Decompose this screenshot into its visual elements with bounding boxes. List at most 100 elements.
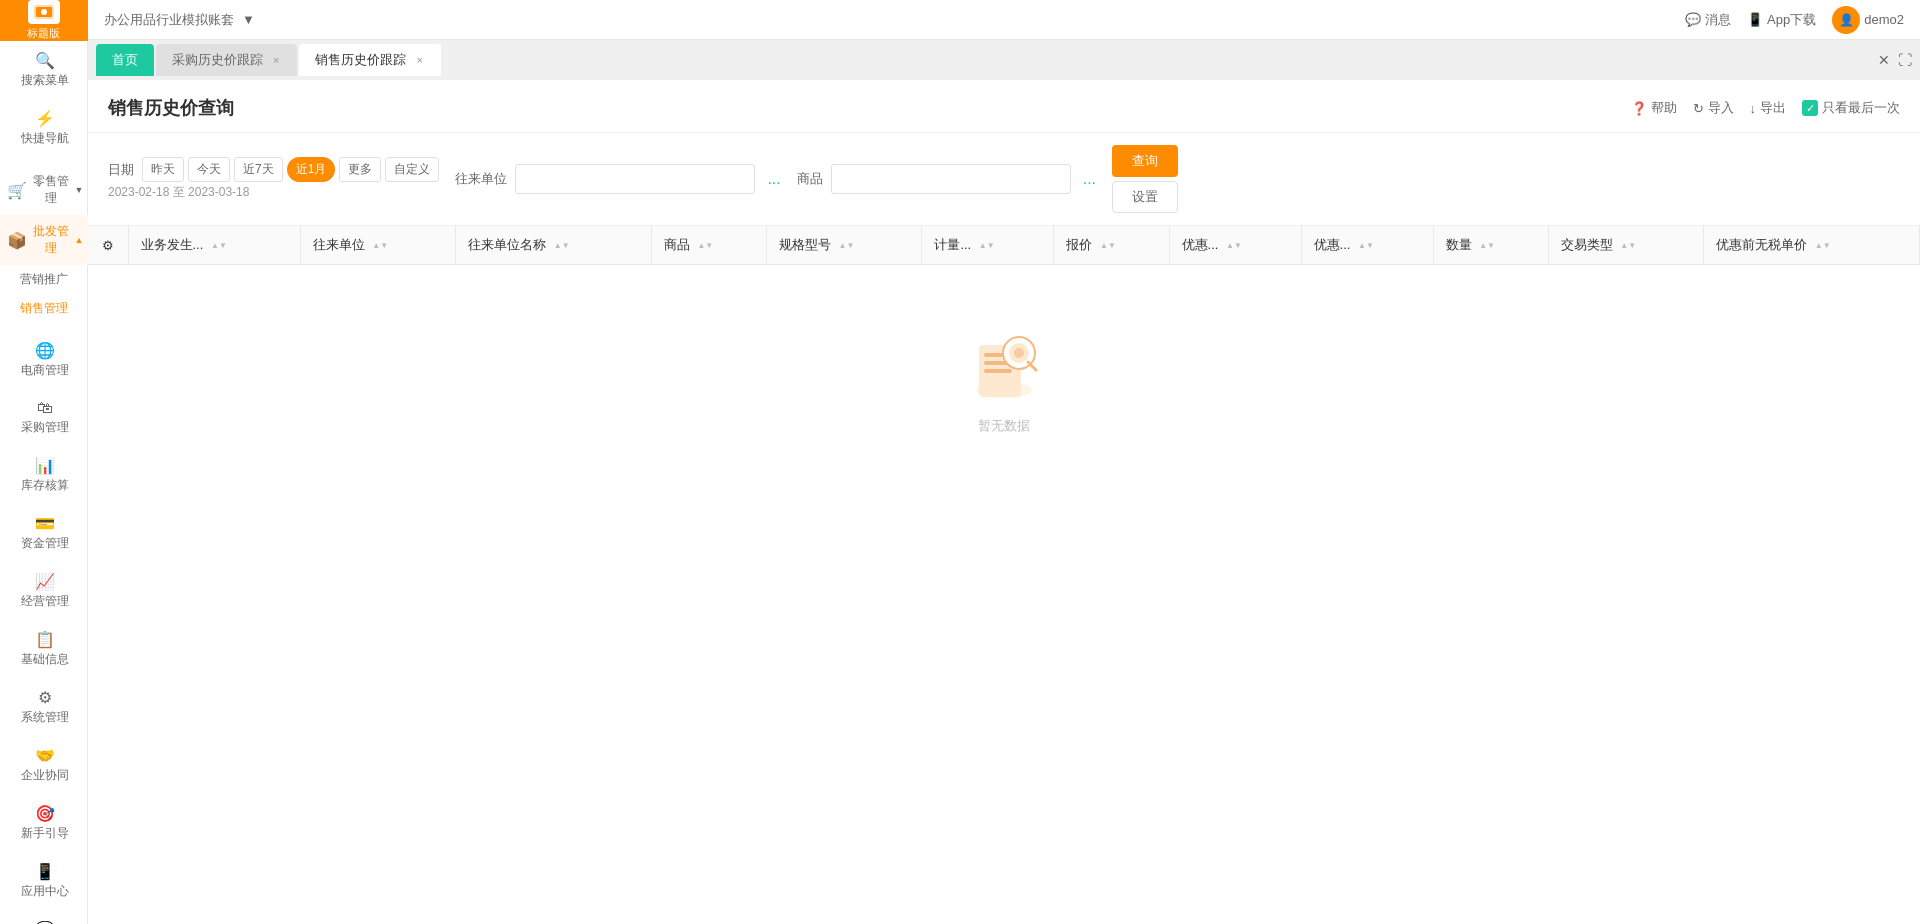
app-download-label: App下载 <box>1767 11 1816 29</box>
sidebar-item-marketing[interactable]: 营销推广 <box>0 265 88 294</box>
tab-expand-icon[interactable]: ⛶ <box>1898 52 1912 68</box>
message-icon: 💬 <box>1685 12 1701 27</box>
sidebar-item-label: 采购管理 <box>21 419 69 436</box>
help-label: 帮助 <box>1651 99 1677 117</box>
product-input[interactable] <box>831 164 1071 194</box>
table-column-transaction-type[interactable]: 交易类型 ▲▼ <box>1548 226 1703 265</box>
table-column-spec[interactable]: 规格型号 ▲▼ <box>766 226 921 265</box>
user-menu[interactable]: 👤 demo2 <box>1832 6 1904 34</box>
workspace-title[interactable]: 办公用品行业模拟账套 <box>104 11 234 29</box>
query-button[interactable]: 查询 <box>1112 145 1178 177</box>
action-buttons: 查询 设置 <box>1112 145 1178 213</box>
table-column-pretax-price[interactable]: 优惠前无税单价 ▲▼ <box>1704 226 1920 265</box>
import-button[interactable]: ↻ 导入 <box>1693 99 1734 117</box>
sidebar-item-wholesale[interactable]: 📦 批发管理 ▲ <box>0 215 88 265</box>
help-button[interactable]: ❓ 帮助 <box>1631 99 1677 117</box>
page-header-actions: ❓ 帮助 ↻ 导入 ↓ 导出 ✓ 只看最后一次 <box>1631 99 1901 117</box>
retail-icon: 🛒 <box>7 181 27 200</box>
svg-point-2 <box>41 9 47 15</box>
message-label: 消息 <box>1705 11 1731 29</box>
sidebar-item-purchase[interactable]: 🛍 采购管理 <box>0 389 88 446</box>
import-icon: ↻ <box>1693 101 1704 116</box>
table-column-business-date[interactable]: 业务发生... ▲▼ <box>128 226 300 265</box>
partner-input[interactable] <box>515 164 755 194</box>
sidebar-item-label: 基础信息 <box>21 651 69 668</box>
tab-sales-label: 销售历史价跟踪 <box>315 51 406 69</box>
sidebar-item-app-center[interactable]: 📱 应用中心 <box>0 852 88 910</box>
sidebar-item-ecommerce[interactable]: 🌐 电商管理 <box>0 331 88 389</box>
table-header: ⚙ 业务发生... ▲▼ 往来单位 ▲▼ 往来单位名称 ▲▼ <box>88 226 1920 265</box>
download-icon: 📱 <box>1747 12 1763 27</box>
date-btn-7days[interactable]: 近7天 <box>234 157 283 182</box>
sidebar-item-label: 销售管理 <box>20 301 68 315</box>
header-right: 💬 消息 📱 App下载 👤 demo2 <box>1685 6 1904 34</box>
app-logo[interactable]: 标题版 <box>0 0 88 41</box>
date-btn-more[interactable]: 更多 <box>339 157 381 182</box>
empty-icon <box>964 325 1044 405</box>
table-column-partner-code[interactable]: 往来单位 ▲▼ <box>300 226 455 265</box>
export-label: 导出 <box>1760 99 1786 117</box>
tab-close-purchase[interactable]: × <box>271 52 281 68</box>
table-column-quantity[interactable]: 数量 ▲▼ <box>1433 226 1548 265</box>
svg-point-11 <box>1014 348 1024 358</box>
view-last-checkbox[interactable]: ✓ 只看最后一次 <box>1802 99 1900 117</box>
header-left: 办公用品行业模拟账套 ▼ <box>104 11 255 29</box>
partner-search-icon[interactable]: ... <box>767 170 780 188</box>
sidebar-item-operations[interactable]: 📈 经营管理 <box>0 562 88 620</box>
table-column-partner-name[interactable]: 往来单位名称 ▲▼ <box>456 226 652 265</box>
table-column-price[interactable]: 报价 ▲▼ <box>1054 226 1169 265</box>
logo-icon <box>28 0 60 24</box>
tab-home[interactable]: 首页 <box>96 44 154 76</box>
sort-icon: ▲▼ <box>839 241 855 250</box>
finance-icon: 💳 <box>35 514 55 533</box>
sort-icon: ▲▼ <box>1815 241 1831 250</box>
gear-icon[interactable]: ⚙ <box>102 238 114 253</box>
sidebar-item-label: 零售管理 <box>29 173 73 207</box>
view-last-label: 只看最后一次 <box>1822 99 1900 117</box>
user-avatar: 👤 <box>1832 6 1860 34</box>
export-button[interactable]: ↓ 导出 <box>1750 99 1787 117</box>
table-column-discount2[interactable]: 优惠... ▲▼ <box>1301 226 1433 265</box>
message-button[interactable]: 💬 消息 <box>1685 11 1731 29</box>
partner-label: 往来单位 <box>455 170 507 188</box>
date-btn-custom[interactable]: 自定义 <box>385 157 439 182</box>
app-download-button[interactable]: 📱 App下载 <box>1747 11 1816 29</box>
date-btn-yesterday[interactable]: 昨天 <box>142 157 184 182</box>
col-label: 商品 <box>664 237 690 252</box>
table-column-gear[interactable]: ⚙ <box>88 226 128 265</box>
sidebar-item-label: 批发管理 <box>29 223 73 257</box>
sidebar-item-enterprise[interactable]: 🤝 企业协同 <box>0 736 88 794</box>
product-search-icon[interactable]: ... <box>1083 170 1096 188</box>
sidebar-item-finance[interactable]: 💳 资金管理 <box>0 504 88 562</box>
table-column-discount1[interactable]: 优惠... ▲▼ <box>1169 226 1301 265</box>
col-label: 优惠... <box>1314 237 1351 252</box>
date-filter-section: 日期 昨天 今天 近7天 近1月 更多 自定义 2023-02-18 至 202… <box>108 157 439 201</box>
help-icon: ❓ <box>1631 101 1647 116</box>
quick-nav-icon: ⚡ <box>35 109 55 128</box>
sidebar-item-guide[interactable]: 🎯 新手引导 <box>0 794 88 852</box>
empty-state: 暂无数据 <box>88 265 1920 495</box>
tab-home-label: 首页 <box>112 51 138 69</box>
tab-close-all-icon[interactable]: ✕ <box>1878 52 1890 68</box>
tab-close-sales[interactable]: × <box>414 52 424 68</box>
tab-purchase-history[interactable]: 采购历史价跟踪 × <box>156 44 297 76</box>
date-btn-1month[interactable]: 近1月 <box>287 157 336 182</box>
sidebar-item-retail[interactable]: 🛒 零售管理 ▼ <box>0 165 88 215</box>
tab-sales-history[interactable]: 销售历史价跟踪 × <box>299 44 440 76</box>
table-area: ⚙ 业务发生... ▲▼ 往来单位 ▲▼ 往来单位名称 ▲▼ <box>88 226 1920 924</box>
table-column-product[interactable]: 商品 ▲▼ <box>651 226 766 265</box>
sidebar-item-basic-info[interactable]: 📋 基础信息 <box>0 620 88 678</box>
dropdown-arrow-icon[interactable]: ▼ <box>242 12 255 27</box>
col-label: 计量... <box>934 237 971 252</box>
sidebar-item-search[interactable]: 🔍 搜索菜单 <box>0 41 88 99</box>
sidebar-item-system[interactable]: ⚙ 系统管理 <box>0 678 88 736</box>
col-label: 优惠前无税单价 <box>1716 237 1807 252</box>
sidebar-item-wechat[interactable]: 💬 企业微信 <box>0 910 88 924</box>
table-column-unit[interactable]: 计量... ▲▼ <box>922 226 1054 265</box>
sort-icon: ▲▼ <box>1620 241 1636 250</box>
sidebar-item-sales[interactable]: 销售管理 <box>0 294 88 323</box>
sidebar-item-inventory[interactable]: 📊 库存核算 <box>0 446 88 504</box>
sidebar-item-quick-nav[interactable]: ⚡ 快捷导航 <box>0 99 88 157</box>
settings-button[interactable]: 设置 <box>1112 181 1178 213</box>
date-btn-today[interactable]: 今天 <box>188 157 230 182</box>
